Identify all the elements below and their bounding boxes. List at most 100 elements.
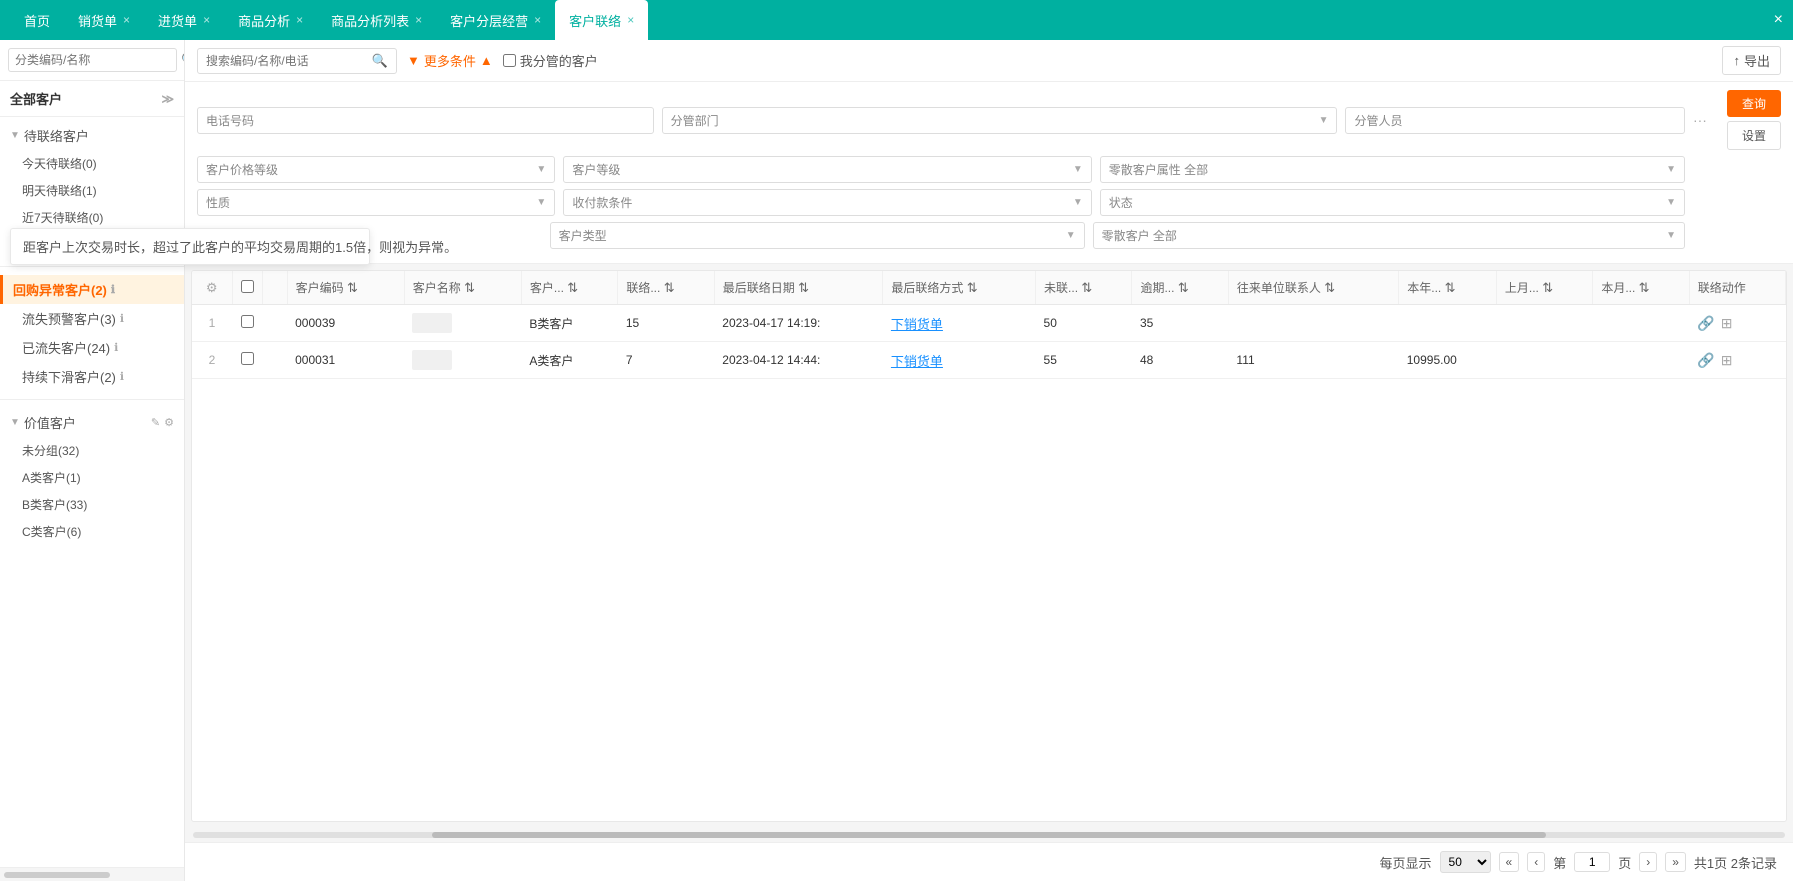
info-icon: ℹ (120, 370, 124, 383)
sidebar-item-tomorrow[interactable]: 明天待联络(1) (0, 177, 184, 204)
col-header-this-year[interactable]: 本年... ⇅ (1399, 271, 1497, 305)
close-icon[interactable]: × (123, 13, 130, 27)
cell-code: 000039 (287, 305, 404, 342)
customer-level-field[interactable]: 客户等级 ▼ (563, 156, 1091, 183)
nature-field[interactable]: 性质 ▼ (197, 189, 555, 216)
col-header-name[interactable]: 客户名称 ⇅ (404, 271, 521, 305)
payment-field[interactable]: 收付款条件 ▼ (563, 189, 1091, 216)
cell-contact-person (1228, 305, 1398, 342)
last-page-button[interactable]: » (1665, 852, 1686, 872)
col-header-last-month[interactable]: 上月... ⇅ (1496, 271, 1592, 305)
sidebar-group-pending-contact[interactable]: ▼ 待联络客户 (0, 121, 184, 150)
sidebar-item-ungrouped[interactable]: 未分组(32) (0, 437, 184, 464)
search-input[interactable] (206, 54, 368, 68)
tab-analysis-list[interactable]: 商品分析列表 × (317, 0, 436, 40)
chevron-down-icon: ▼ (1666, 197, 1676, 208)
export-button[interactable]: ↑ 导出 (1722, 46, 1781, 75)
contact-link-icon[interactable]: 🔗 (1697, 352, 1714, 369)
search-icon[interactable]: 🔍 (372, 53, 388, 69)
close-icon[interactable]: × (296, 13, 303, 27)
sidebar-item-classA[interactable]: A类客户(1) (0, 464, 184, 491)
col-header-no-contact[interactable]: 未联... ⇅ (1036, 271, 1132, 305)
tab-analysis[interactable]: 商品分析 × (224, 0, 317, 40)
more-conditions-button[interactable]: ▼ 更多条件 ▲ (407, 51, 493, 70)
col-header-last-method[interactable]: 最后联络方式 ⇅ (883, 271, 1036, 305)
price-level-field[interactable]: 客户价格等级 ▼ (197, 156, 555, 183)
cell-last-date: 2023-04-12 14:44: (714, 342, 883, 379)
next-page-button[interactable]: › (1639, 852, 1657, 872)
page-number-input[interactable] (1574, 852, 1610, 872)
action-menu-icon[interactable]: ⊞ (1721, 352, 1733, 369)
sidebar-item-lost[interactable]: 已流失客户(24) ℹ (0, 333, 184, 362)
filter-row-1: 电话号码 分管部门 ▼ 分管人员 ··· 查询 设置 (197, 90, 1781, 150)
tab-home[interactable]: 首页 (10, 0, 64, 40)
contact-link-icon[interactable]: 🔗 (1697, 315, 1714, 332)
status-field[interactable]: 状态 ▼ (1100, 189, 1685, 216)
col-header-this-month[interactable]: 本月... ⇅ (1593, 271, 1689, 305)
retail-customer-field[interactable]: 零散客户 全部 ▼ (1093, 222, 1685, 249)
close-all-button[interactable]: × (1774, 11, 1783, 29)
settings-button[interactable]: 设置 (1727, 121, 1781, 150)
page-prefix-label: 第 (1553, 853, 1566, 872)
cell-this-year: 10995.00 (1399, 342, 1497, 379)
scrollbar-thumb[interactable] (432, 832, 1546, 838)
sidebar-item-loss-warning[interactable]: 流失预警客户(3) ℹ (0, 304, 184, 333)
tab-purchase[interactable]: 进货单 × (144, 0, 224, 40)
col-header-check (232, 271, 262, 305)
sidebar-item-declining[interactable]: 持续下滑客户(2) ℹ (0, 362, 184, 391)
row-checkbox[interactable] (241, 352, 254, 365)
close-icon[interactable]: × (203, 13, 210, 27)
sidebar-search-input[interactable] (8, 48, 177, 72)
info-icon: ℹ (114, 341, 118, 354)
settings-icon[interactable]: ⚙ (164, 416, 174, 429)
customer-type-field[interactable]: 客户类型 ▼ (550, 222, 1085, 249)
sidebar-collapse-button[interactable]: ≫ (161, 92, 174, 106)
col-header-code[interactable]: 客户编码 ⇅ (287, 271, 404, 305)
my-customers-checkbox[interactable] (503, 54, 516, 67)
tab-customer-contact[interactable]: 客户联络 × (555, 0, 648, 40)
tab-customer-tier[interactable]: 客户分层经营 × (436, 0, 555, 40)
sidebar-item-classB[interactable]: B类客户(33) (0, 491, 184, 518)
sidebar-item-7days[interactable]: 近7天待联络(0) (0, 204, 184, 231)
more-options-button[interactable]: ··· (1689, 112, 1711, 128)
col-header-overdue[interactable]: 逾期... ⇅ (1132, 271, 1228, 305)
horizontal-scrollbar[interactable] (185, 828, 1793, 842)
phone-field: 电话号码 (197, 107, 654, 134)
sidebar-group-value[interactable]: ▼ 价值客户 ✎ ⚙ (0, 408, 184, 437)
retail-attr-field[interactable]: 零散客户属性 全部 ▼ (1100, 156, 1685, 183)
sidebar-item-classC[interactable]: C类客户(6) (0, 518, 184, 545)
prev-page-button[interactable]: ‹ (1527, 852, 1545, 872)
chevron-down-icon: ▼ (10, 417, 20, 428)
per-page-select[interactable]: 50 20 100 (1440, 851, 1491, 873)
action-menu-icon[interactable]: ⊞ (1721, 315, 1733, 332)
sort-icon: ⇅ (798, 280, 809, 295)
sidebar-item-repurchase-abnormal[interactable]: 回购异常客户(2) ℹ (0, 275, 184, 304)
col-header-last-date[interactable]: 最后联络日期 ⇅ (714, 271, 883, 305)
sidebar-item-today[interactable]: 今天待联络(0) (0, 150, 184, 177)
tab-sales[interactable]: 销货单 × (64, 0, 144, 40)
sort-icon: ⇅ (567, 280, 578, 295)
close-icon[interactable]: × (534, 13, 541, 27)
last-method-link[interactable]: 下销货单 (891, 317, 943, 332)
last-method-link[interactable]: 下销货单 (891, 354, 943, 369)
cell-contact-count: 7 (618, 342, 714, 379)
sort-icon: ⇅ (464, 280, 475, 295)
edit-icon[interactable]: ✎ (151, 416, 160, 429)
table-settings-button[interactable]: ⚙ (206, 280, 218, 296)
query-button[interactable]: 查询 (1727, 90, 1781, 117)
first-page-button[interactable]: « (1499, 852, 1520, 872)
row-checkbox[interactable] (241, 315, 254, 328)
col-header-settings: ⚙ (192, 271, 232, 305)
chevron-down-icon: ▼ (1066, 230, 1076, 241)
cell-type: B类客户 (521, 305, 617, 342)
select-all-checkbox[interactable] (241, 280, 254, 293)
col-header-contact-person[interactable]: 往来单位联系人 ⇅ (1228, 271, 1398, 305)
close-icon[interactable]: × (415, 13, 422, 27)
cell-name (404, 342, 521, 379)
close-icon[interactable]: × (627, 13, 634, 27)
dept-field[interactable]: 分管部门 ▼ (662, 107, 1338, 134)
chevron-down-icon: ▼ (1319, 115, 1329, 126)
col-header-contact[interactable]: 联络... ⇅ (618, 271, 714, 305)
col-header-type[interactable]: 客户... ⇅ (521, 271, 617, 305)
advanced-filter: 电话号码 分管部门 ▼ 分管人员 ··· 查询 设置 (185, 82, 1793, 264)
